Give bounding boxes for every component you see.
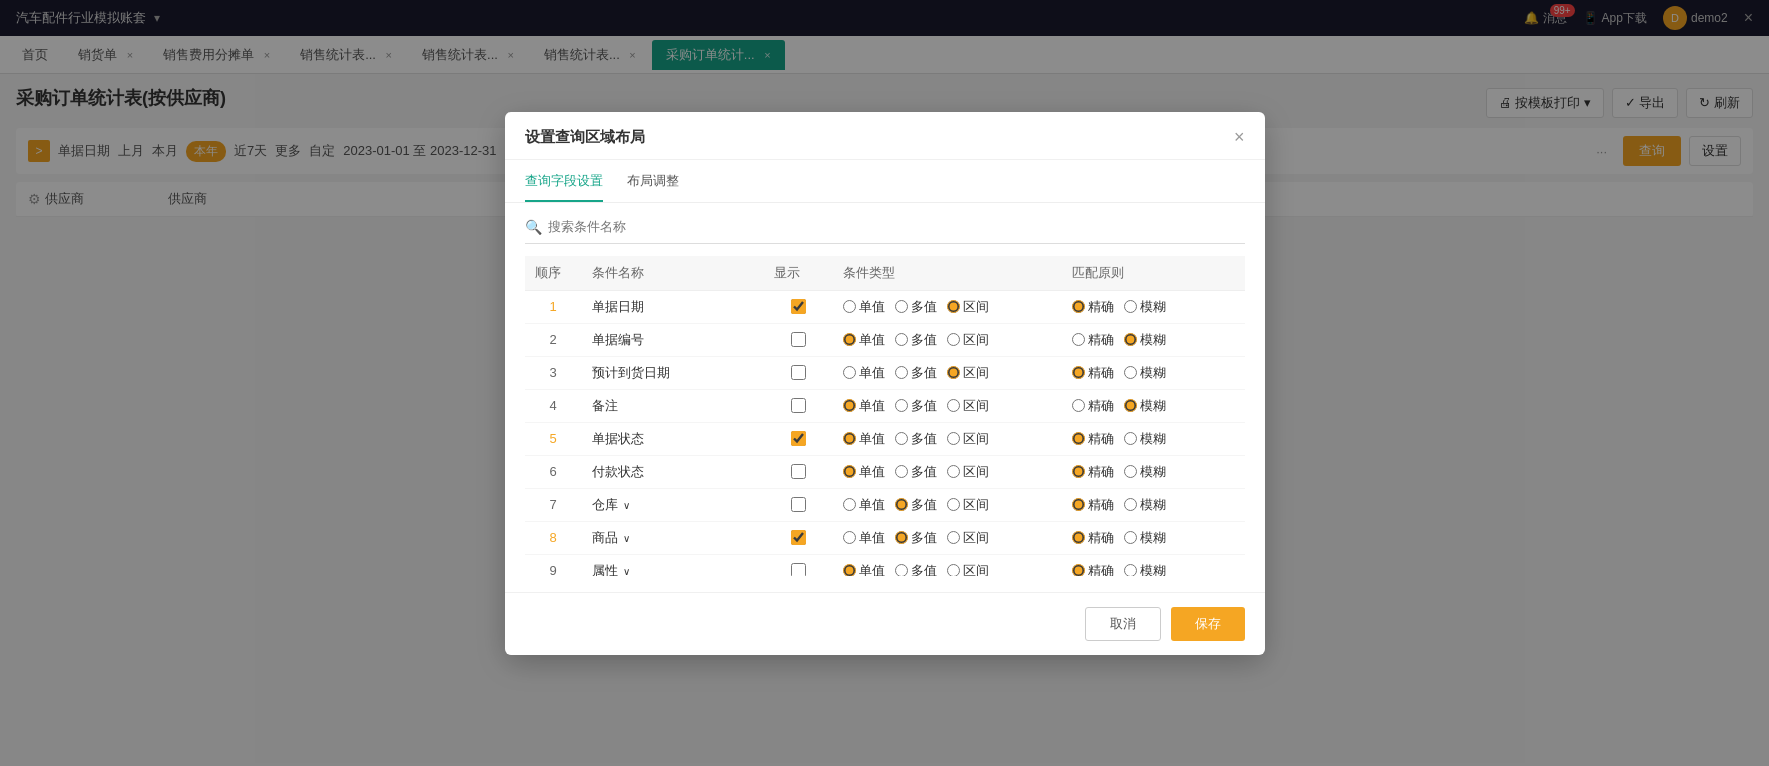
tab-query-fields[interactable]: 查询字段设置 — [525, 172, 603, 202]
modal-header: 设置查询区域布局 × — [505, 112, 1265, 160]
show-checkbox[interactable] — [791, 299, 806, 314]
row-order: 1 — [525, 290, 582, 323]
modal-tabs: 查询字段设置 布局调整 — [505, 160, 1265, 203]
type-multi[interactable]: 多值 — [895, 331, 937, 349]
table-row: 5 单据状态 单值 多值 区间 — [525, 422, 1245, 455]
table-row: 8 商品 ∨ 单值 多值 区间 — [525, 521, 1245, 554]
show-checkbox[interactable] — [791, 332, 806, 347]
row-name: 仓库 ∨ — [582, 488, 765, 521]
row-order: 6 — [525, 455, 582, 488]
row-type: 单值 多值 区间 — [833, 554, 1062, 576]
row-match: 精确 模糊 — [1062, 356, 1245, 389]
show-checkbox[interactable] — [791, 464, 806, 479]
table-row: 9 属性 ∨ 单值 多值 区间 — [525, 554, 1245, 576]
row-type: 单值 多值 区间 — [833, 521, 1062, 554]
row-match: 精确 模糊 — [1062, 521, 1245, 554]
cancel-button[interactable]: 取消 — [1085, 607, 1161, 641]
modal-footer: 取消 保存 — [505, 592, 1265, 655]
conditions-table: 顺序 条件名称 显示 条件类型 匹配原则 1 单据日期 — [525, 256, 1245, 576]
search-input[interactable] — [548, 219, 1245, 234]
modal-title: 设置查询区域布局 — [525, 128, 645, 147]
show-checkbox[interactable] — [791, 563, 806, 576]
row-match: 精确 模糊 — [1062, 422, 1245, 455]
row-name: 单据状态 — [582, 422, 765, 455]
row-order: 8 — [525, 521, 582, 554]
row-order: 5 — [525, 422, 582, 455]
row-show — [764, 521, 833, 554]
row-dropdown-icon: ∨ — [623, 533, 630, 544]
row-show — [764, 323, 833, 356]
match-fuzzy[interactable]: 模糊 — [1124, 331, 1166, 349]
row-show — [764, 290, 833, 323]
row-order: 3 — [525, 356, 582, 389]
row-type: 单值 多值 区间 — [833, 422, 1062, 455]
row-show — [764, 389, 833, 422]
row-show — [764, 422, 833, 455]
table-row: 3 预计到货日期 单值 多值 区间 — [525, 356, 1245, 389]
show-checkbox[interactable] — [791, 398, 806, 413]
row-name: 单据编号 — [582, 323, 765, 356]
row-show — [764, 554, 833, 576]
row-type: 单值 多值 区间 — [833, 290, 1062, 323]
row-match: 精确 模糊 — [1062, 455, 1245, 488]
row-match: 精确 模糊 — [1062, 290, 1245, 323]
save-button[interactable]: 保存 — [1171, 607, 1245, 641]
row-match: 精确 模糊 — [1062, 323, 1245, 356]
modal-close-button[interactable]: × — [1234, 128, 1245, 146]
table-row: 1 单据日期 单值 多值 区间 — [525, 290, 1245, 323]
row-type: 单值 多值 区间 — [833, 389, 1062, 422]
show-checkbox[interactable] — [791, 530, 806, 545]
show-checkbox[interactable] — [791, 365, 806, 380]
row-name: 预计到货日期 — [582, 356, 765, 389]
tab-layout-adjust[interactable]: 布局调整 — [627, 172, 679, 202]
row-show — [764, 356, 833, 389]
modal-overlay: 设置查询区域布局 × 查询字段设置 布局调整 🔍 顺序 条件名称 — [0, 0, 1769, 766]
row-order: 4 — [525, 389, 582, 422]
th-name: 条件名称 — [582, 256, 765, 291]
type-single[interactable]: 单值 — [843, 331, 885, 349]
table-row: 2 单据编号 单值 多值 区间 — [525, 323, 1245, 356]
row-type: 单值 多值 区间 — [833, 488, 1062, 521]
th-order: 顺序 — [525, 256, 582, 291]
row-show — [764, 488, 833, 521]
row-type: 单值 多值 区间 — [833, 455, 1062, 488]
row-order: 7 — [525, 488, 582, 521]
type-range[interactable]: 区间 — [947, 298, 989, 316]
show-checkbox[interactable] — [791, 431, 806, 446]
row-show — [764, 455, 833, 488]
row-order: 9 — [525, 554, 582, 576]
row-name: 单据日期 — [582, 290, 765, 323]
search-bar: 🔍 — [525, 219, 1245, 244]
modal-body: 🔍 顺序 条件名称 显示 条件类型 匹配原则 — [505, 203, 1265, 592]
table-header-row: 顺序 条件名称 显示 条件类型 匹配原则 — [525, 256, 1245, 291]
row-dropdown-icon: ∨ — [623, 566, 630, 576]
row-type: 单值 多值 区间 — [833, 356, 1062, 389]
settings-modal: 设置查询区域布局 × 查询字段设置 布局调整 🔍 顺序 条件名称 — [505, 112, 1265, 655]
match-fuzzy[interactable]: 模糊 — [1124, 298, 1166, 316]
table-row: 7 仓库 ∨ 单值 多值 区间 — [525, 488, 1245, 521]
row-name: 付款状态 — [582, 455, 765, 488]
match-exact[interactable]: 精确 — [1072, 298, 1114, 316]
type-single[interactable]: 单值 — [843, 298, 885, 316]
th-match: 匹配原则 — [1062, 256, 1245, 291]
row-order: 2 — [525, 323, 582, 356]
row-type: 单值 多值 区间 — [833, 323, 1062, 356]
th-show: 显示 — [764, 256, 833, 291]
row-name: 商品 ∨ — [582, 521, 765, 554]
row-name: 备注 — [582, 389, 765, 422]
table-row: 6 付款状态 单值 多值 区间 — [525, 455, 1245, 488]
row-match: 精确 模糊 — [1062, 488, 1245, 521]
table-row: 4 备注 单值 多值 区间 — [525, 389, 1245, 422]
row-match: 精确 模糊 — [1062, 389, 1245, 422]
type-multi[interactable]: 多值 — [895, 298, 937, 316]
row-dropdown-icon: ∨ — [623, 500, 630, 511]
type-range[interactable]: 区间 — [947, 331, 989, 349]
th-type: 条件类型 — [833, 256, 1062, 291]
row-match: 精确 模糊 — [1062, 554, 1245, 576]
match-exact[interactable]: 精确 — [1072, 331, 1114, 349]
show-checkbox[interactable] — [791, 497, 806, 512]
row-name: 属性 ∨ — [582, 554, 765, 576]
search-icon: 🔍 — [525, 219, 542, 235]
conditions-table-container: 顺序 条件名称 显示 条件类型 匹配原则 1 单据日期 — [525, 256, 1245, 576]
